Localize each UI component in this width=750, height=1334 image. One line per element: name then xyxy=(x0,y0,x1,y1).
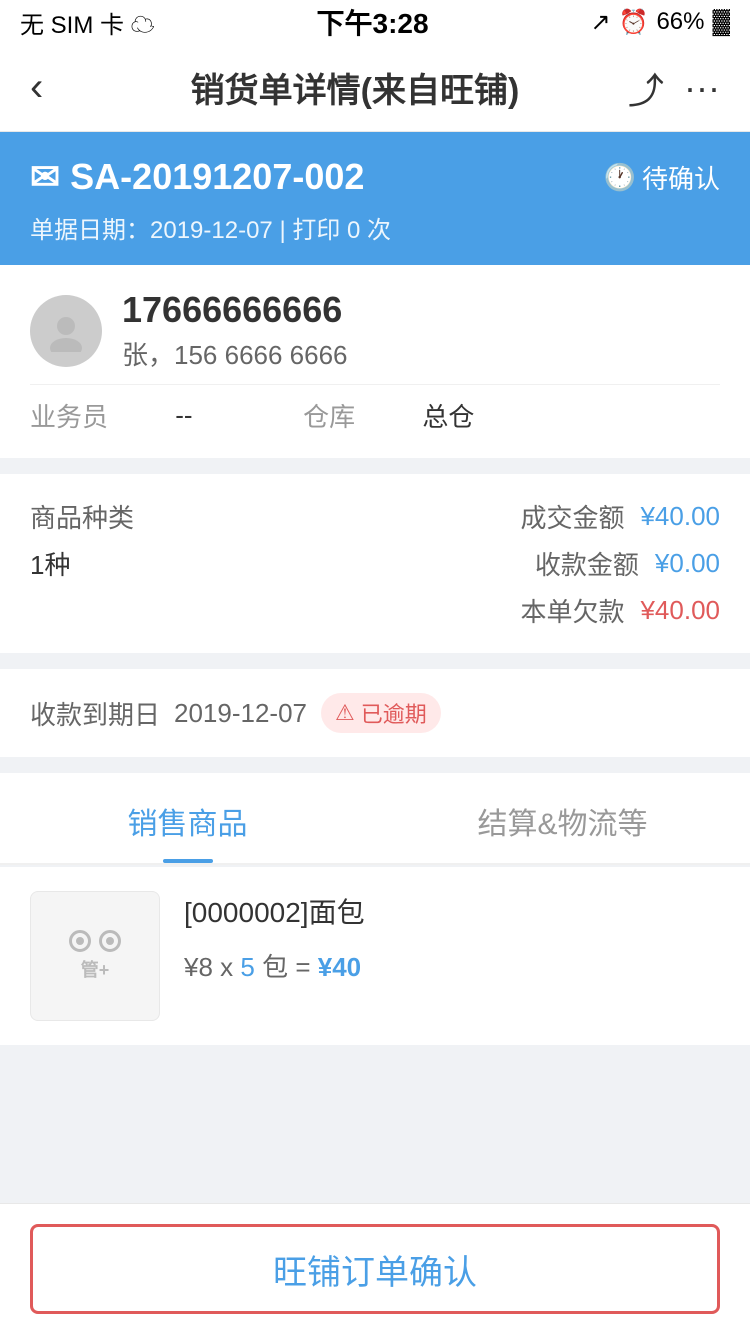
status-bar: 无 SIM 卡 ☁ 下午3:28 ↗ ⏰ 66% ▓ xyxy=(0,0,750,44)
customer-card: 17666666666 张，156 6666 6666 业务员 -- 仓库 总仓 xyxy=(0,265,750,458)
equals-sign: = xyxy=(295,952,317,982)
price-unit: ¥8 xyxy=(184,952,213,982)
received-amount-row: 收款金额 ¥0.00 xyxy=(535,545,720,582)
order-status: 🕐 待确认 xyxy=(604,159,720,196)
order-id: ✉ SA-20191207-002 xyxy=(30,156,364,198)
status-right: ↗ ⏰ 66% ▓ xyxy=(590,8,730,37)
overdue-badge: ⚠ 已逾期 xyxy=(321,693,441,733)
product-price: ¥8 x 5 包 = ¥40 xyxy=(184,947,720,984)
order-header: ✉ SA-20191207-002 🕐 待确认 单据日期：2019-12-07 … xyxy=(0,132,750,265)
owl-text: 管+ xyxy=(81,956,110,982)
bottom-bar: 旺铺订单确认 xyxy=(0,1203,750,1334)
product-qty: 5 xyxy=(240,952,254,982)
alarm-icon: ⏰ xyxy=(619,8,649,37)
avatar xyxy=(30,295,102,367)
tabs-container: 销售商品 结算&物流等 xyxy=(0,773,750,865)
overdue-text: 已逾期 xyxy=(361,697,427,729)
summary-left: 商品种类 1种 xyxy=(30,498,134,582)
transaction-amount-value: ¥40.00 xyxy=(640,501,720,532)
order-date: 单据日期：2019-12-07 | 打印 0 次 xyxy=(30,210,720,245)
no-sim-text: 无 SIM 卡 ☁ xyxy=(20,5,155,40)
summary-right: 成交金额 ¥40.00 收款金额 ¥0.00 本单欠款 ¥40.00 xyxy=(520,498,720,629)
product-name: [0000002]面包 xyxy=(184,891,720,931)
transaction-amount-row: 成交金额 ¥40.00 xyxy=(520,498,720,535)
customer-info: 17666666666 张，156 6666 6666 xyxy=(122,289,348,372)
owl-eye-right xyxy=(99,930,121,952)
owed-amount-label: 本单欠款 xyxy=(520,592,624,629)
tab-products[interactable]: 销售商品 xyxy=(0,773,375,863)
owed-amount-value: ¥40.00 xyxy=(640,595,720,626)
order-header-top: ✉ SA-20191207-002 🕐 待确认 xyxy=(30,156,720,198)
location-icon: ↗ xyxy=(590,8,610,37)
status-time: 下午3:28 xyxy=(317,2,429,42)
customer-name: 张，156 6666 6666 xyxy=(122,335,348,372)
owl-logo: 管+ xyxy=(69,930,121,982)
customer-phone: 17666666666 xyxy=(122,289,348,331)
due-date-label: 收款到期日 xyxy=(30,695,160,732)
received-amount-value: ¥0.00 xyxy=(655,548,720,579)
product-info: [0000002]面包 ¥8 x 5 包 = ¥40 xyxy=(184,891,720,1021)
product-type-label: 商品种类 xyxy=(30,498,134,535)
customer-row: 业务员 -- 仓库 总仓 xyxy=(30,385,720,434)
back-button[interactable]: ‹ xyxy=(30,65,90,110)
confirm-order-button[interactable]: 旺铺订单确认 xyxy=(30,1224,720,1314)
share-icon[interactable]: ⤴ xyxy=(628,62,664,114)
owl-eye-left xyxy=(69,930,91,952)
sales-label: 业务员 xyxy=(30,397,108,434)
product-type-value: 1种 xyxy=(30,545,134,582)
nav-bar: ‹ 销货单详情(来自旺铺) ⤴ ··· xyxy=(0,44,750,132)
due-date-card: 收款到期日 2019-12-07 ⚠ 已逾期 xyxy=(0,669,750,757)
owed-amount-row: 本单欠款 ¥40.00 xyxy=(520,592,720,629)
nav-actions: ⤴ ··· xyxy=(620,62,720,114)
product-unit: 包 xyxy=(262,952,288,982)
product-thumbnail: 管+ xyxy=(30,891,160,1021)
product-total: ¥40 xyxy=(318,952,361,982)
transaction-amount-label: 成交金额 xyxy=(520,498,624,535)
battery-icon: ▓ xyxy=(712,8,730,36)
order-icon: ✉ xyxy=(30,156,60,198)
price-multiply: x xyxy=(220,952,240,982)
product-item: 管+ [0000002]面包 ¥8 x 5 包 = ¥40 xyxy=(0,867,750,1045)
due-date-value: 2019-12-07 xyxy=(174,698,307,729)
warehouse-value: 总仓 xyxy=(422,397,474,434)
warning-icon: ⚠ xyxy=(335,700,355,726)
owl-eyes xyxy=(69,930,121,952)
status-left: 无 SIM 卡 ☁ xyxy=(20,5,155,40)
warehouse-label: 仓库 xyxy=(303,397,355,434)
sales-value: -- xyxy=(175,400,192,431)
summary-card: 商品种类 1种 成交金额 ¥40.00 收款金额 ¥0.00 本单欠款 ¥40.… xyxy=(0,474,750,653)
received-amount-label: 收款金额 xyxy=(535,545,639,582)
battery-text: 66% xyxy=(656,8,704,36)
tab-settlement[interactable]: 结算&物流等 xyxy=(375,773,750,863)
clock-icon: 🕐 xyxy=(604,162,636,193)
page-title: 销货单详情(来自旺铺) xyxy=(90,63,620,112)
more-icon[interactable]: ··· xyxy=(684,67,720,109)
customer-top: 17666666666 张，156 6666 6666 xyxy=(30,289,720,372)
